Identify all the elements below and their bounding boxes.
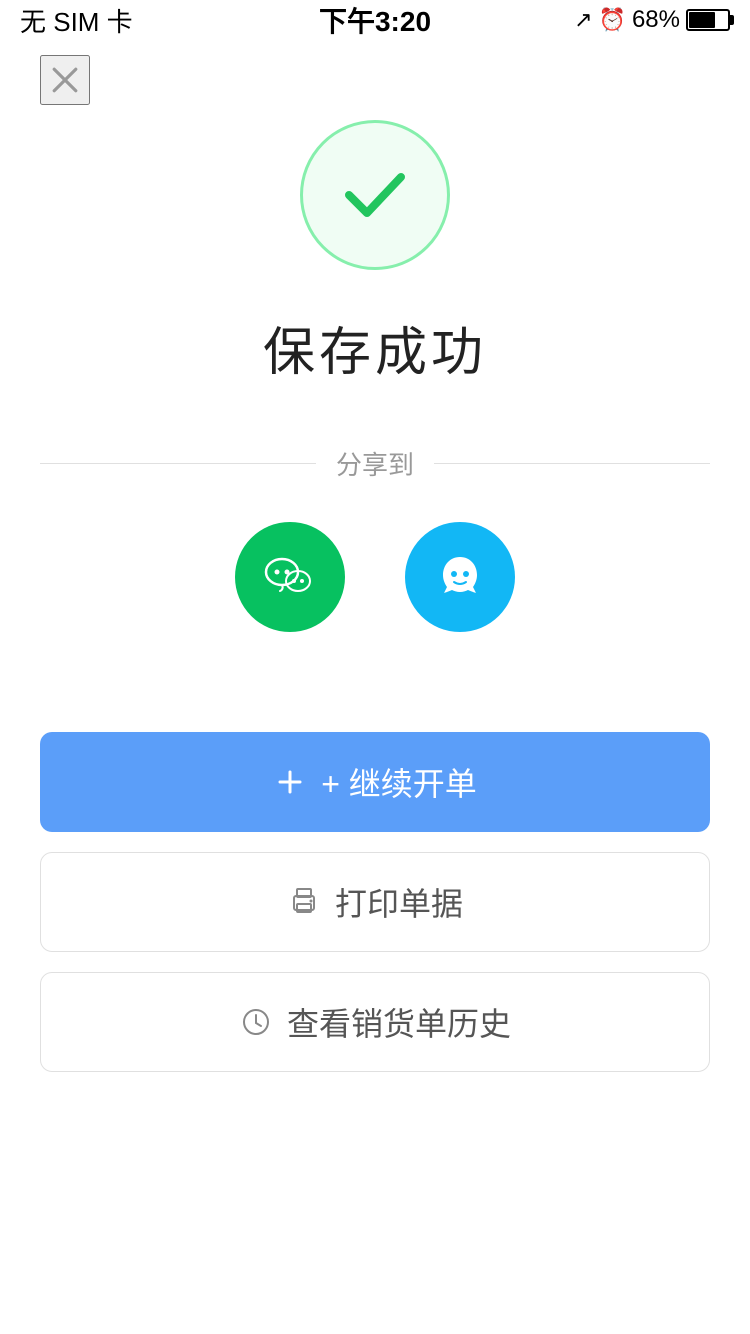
checkmark-icon <box>335 155 415 235</box>
status-right: ↗ ⏰ 68% <box>574 6 730 34</box>
battery-icon <box>686 9 730 31</box>
printer-icon <box>287 885 321 919</box>
status-left: 无 SIM 卡 <box>20 2 141 39</box>
success-title: 保存成功 <box>263 310 487 385</box>
qq-share-button[interactable] <box>405 522 515 632</box>
divider-left <box>40 463 316 464</box>
divider-right <box>434 463 710 464</box>
battery-text: 68% <box>632 6 680 34</box>
continue-label: + 继续开单 <box>321 759 477 805</box>
status-time: 下午3:20 <box>319 0 431 40</box>
sim-text: 无 SIM 卡 <box>20 2 133 39</box>
alarm-icon: ⏰ <box>599 7 626 33</box>
history-label: 查看销货单历史 <box>287 999 511 1045</box>
share-label: 分享到 <box>336 445 414 482</box>
print-button[interactable]: 打印单据 <box>40 852 710 952</box>
share-section: 分享到 <box>0 445 750 632</box>
main-content: 保存成功 分享到 <box>0 40 750 1072</box>
action-buttons: + 继续开单 打印单据 查看销 <box>0 732 750 1072</box>
plus-icon <box>273 765 307 799</box>
location-icon: ↗ <box>574 7 592 33</box>
wechat-icon <box>260 547 320 607</box>
clock-icon <box>239 1005 273 1039</box>
qq-icon <box>430 547 490 607</box>
status-bar: 无 SIM 卡 下午3:20 ↗ ⏰ 68% <box>0 0 750 40</box>
close-button[interactable] <box>40 55 90 105</box>
continue-button[interactable]: + 继续开单 <box>40 732 710 832</box>
success-icon-circle <box>300 120 450 270</box>
print-label: 打印单据 <box>335 879 463 925</box>
wechat-share-button[interactable] <box>235 522 345 632</box>
share-icons-container <box>40 522 710 632</box>
history-button[interactable]: 查看销货单历史 <box>40 972 710 1072</box>
share-divider: 分享到 <box>40 445 710 482</box>
